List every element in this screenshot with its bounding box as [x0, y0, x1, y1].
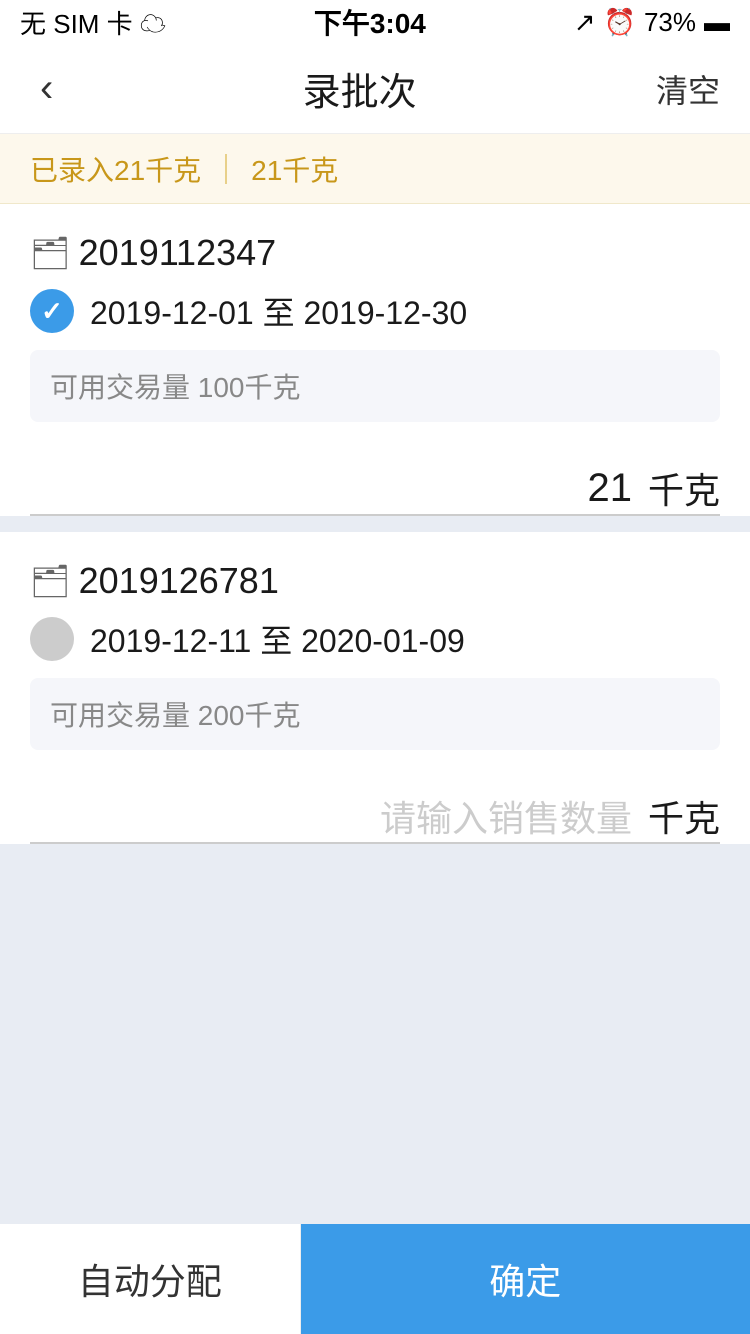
- batch-avail-box-1: 可用交易量 100千克: [30, 350, 720, 422]
- batch-quantity-input-1[interactable]: [512, 466, 632, 511]
- batch-card-2: 🗂 2019126781 2019-12-11 至 2020-01-09 可用交…: [0, 532, 750, 844]
- status-bar: 无 SIM 卡 ☁ 下午3:04 ↗ ⏰ 73% ▬: [0, 0, 750, 44]
- bottom-spacer: [0, 844, 750, 1264]
- info-banner: 已录入21千克 21千克: [0, 134, 750, 204]
- batch-unit-1: 千克: [648, 462, 720, 514]
- checkmark-1: ✓: [41, 296, 63, 327]
- batch-id-row-1: 🗂 2019112347: [30, 232, 720, 274]
- battery-icon: ▬: [704, 7, 730, 38]
- batch-avail-box-2: 可用交易量 200千克: [30, 678, 720, 750]
- status-bar-right: ↗ ⏰ 73% ▬: [574, 7, 730, 38]
- batch-id-icon-1: 🗂: [30, 234, 71, 272]
- amount-label: 21千克: [251, 149, 338, 189]
- card-separator: [0, 516, 750, 532]
- batch-id-text-1: 2019112347: [79, 232, 277, 274]
- batch-checkbox-1[interactable]: ✓: [30, 289, 74, 333]
- batch-date-text-2: 2019-12-11 至 2020-01-09: [90, 616, 465, 662]
- batch-quantity-row-2: 请输入销售数量 千克: [0, 770, 750, 842]
- banner-divider: [225, 154, 227, 184]
- page-content: 已录入21千克 21千克 🗂 2019112347 ✓ 2019-12-01 至…: [0, 134, 750, 1264]
- sim-status: 无 SIM 卡 ☁: [20, 4, 166, 41]
- nav-bar: ‹ 录批次 清空: [0, 44, 750, 134]
- auto-distribute-button[interactable]: 自动分配: [0, 1224, 301, 1334]
- status-bar-left: 无 SIM 卡 ☁: [20, 4, 166, 41]
- back-button[interactable]: ‹: [30, 56, 63, 121]
- confirm-button[interactable]: 确定: [301, 1224, 750, 1334]
- status-bar-time: 下午3:04: [314, 2, 426, 42]
- location-icon: ↗: [574, 7, 596, 38]
- page-title: 录批次: [303, 61, 417, 116]
- battery-percent: 73%: [644, 7, 696, 38]
- batch-date-row-2: 2019-12-11 至 2020-01-09: [30, 616, 720, 662]
- recorded-label: 已录入21千克: [30, 149, 201, 189]
- batch-checkbox-2[interactable]: [30, 617, 74, 661]
- clear-button[interactable]: 清空: [656, 66, 720, 112]
- batch-date-row-1: ✓ 2019-12-01 至 2019-12-30: [30, 288, 720, 334]
- batch-card-1: 🗂 2019112347 ✓ 2019-12-01 至 2019-12-30 可…: [0, 204, 750, 516]
- batch-id-icon-2: 🗂: [30, 562, 71, 600]
- bottom-buttons: 自动分配 确定: [0, 1224, 750, 1334]
- batch-unit-2: 千克: [648, 790, 720, 842]
- batch-id-row-2: 🗂 2019126781: [30, 560, 720, 602]
- batch-quantity-row-1: 千克: [0, 442, 750, 514]
- quantity-placeholder-2: 请输入销售数量: [30, 790, 632, 842]
- batch-id-text-2: 2019126781: [79, 560, 279, 602]
- batch-date-text-1: 2019-12-01 至 2019-12-30: [90, 288, 467, 334]
- alarm-icon: ⏰: [604, 7, 636, 38]
